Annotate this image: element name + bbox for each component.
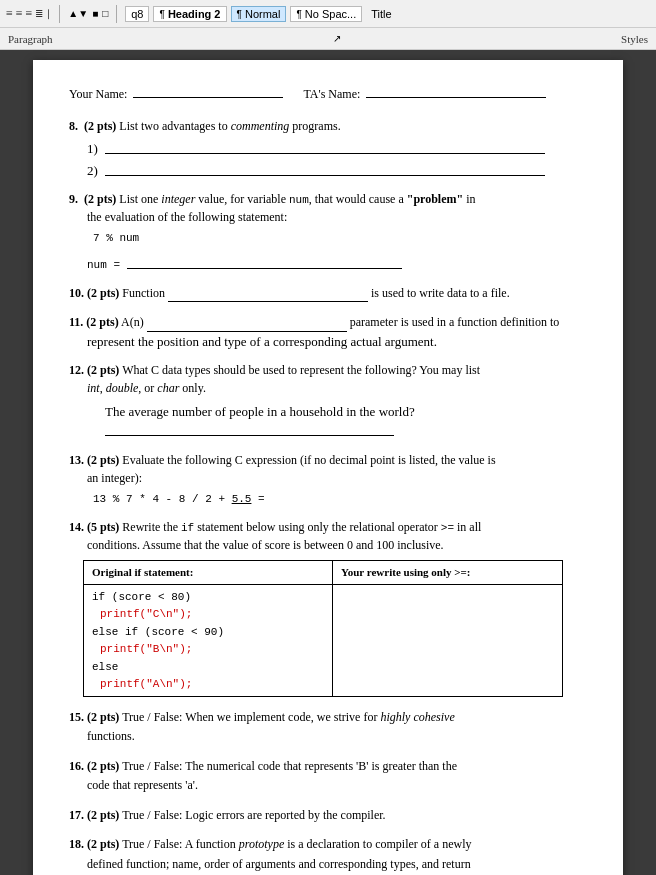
toolbar-divider bbox=[59, 5, 60, 23]
q8-item1-label: 1) bbox=[87, 140, 98, 155]
q13-text: 13. (2 pts) Evaluate the following C exp… bbox=[69, 451, 587, 487]
question-16: 16. (2 pts) True / False: The numerical … bbox=[69, 756, 587, 795]
sort-icon[interactable]: ▲▼ bbox=[68, 8, 88, 19]
border-icon[interactable]: □ bbox=[102, 8, 108, 19]
q14-rewrite-area bbox=[333, 584, 563, 696]
toolbar-icons: ≡ ≡ ≡ ≣ ∣ bbox=[6, 6, 51, 21]
nospace-style-btn[interactable]: ¶ No Spac... bbox=[290, 6, 362, 22]
q10-text: 10. (2 pts) Function is used to write da… bbox=[69, 286, 510, 300]
indent-icon[interactable]: ∣ bbox=[46, 8, 51, 19]
q14-col-rewrite: Your rewrite using only >=: bbox=[333, 561, 563, 585]
q14-col-original: Original if statement: bbox=[84, 561, 333, 585]
q8-answer2 bbox=[105, 162, 545, 176]
heading1-style-btn[interactable]: q8 bbox=[125, 6, 149, 22]
q14-original-code: if (score < 80) printf("C\n"); else if (… bbox=[84, 584, 333, 696]
title-style-btn[interactable]: Title bbox=[366, 7, 396, 21]
q8-item2-label: 2) bbox=[87, 162, 98, 177]
question-18: 18. (2 pts) True / False: A function pro… bbox=[69, 834, 587, 875]
your-name-label: Your Name: bbox=[69, 87, 127, 102]
q8-text: 8. (2 pts) List two advantages to commen… bbox=[69, 119, 341, 133]
q16-text: 16. (2 pts) True / False: The numerical … bbox=[69, 759, 457, 793]
para-bar: Paragraph ↗ Styles bbox=[0, 28, 656, 50]
heading2-style-btn[interactable]: ¶ Heading 2 bbox=[153, 6, 226, 22]
shade-icon[interactable]: ■ bbox=[92, 8, 98, 19]
question-10: 10. (2 pts) Function is used to write da… bbox=[69, 283, 587, 303]
question-15: 15. (2 pts) True / False: When we implem… bbox=[69, 707, 587, 746]
q8-item1: 1) bbox=[87, 136, 587, 158]
ta-name-label: TA's Name: bbox=[303, 87, 360, 102]
q11-answer-line bbox=[147, 318, 347, 332]
question-13: 13. (2 pts) Evaluate the following C exp… bbox=[69, 451, 587, 508]
document-wrapper: Your Name: TA's Name: 8. (2 pts) List tw… bbox=[0, 50, 656, 875]
q15-text: 15. (2 pts) True / False: When we implem… bbox=[69, 710, 455, 744]
q14-table: Original if statement: Your rewrite usin… bbox=[83, 560, 563, 697]
normal-style-btn[interactable]: ¶ Normal bbox=[231, 6, 287, 22]
toolbar: ≡ ≡ ≡ ≣ ∣ ▲▼ ■ □ q8 ¶ Heading 2 ¶ Normal… bbox=[0, 0, 656, 28]
paragraph-label: Paragraph bbox=[8, 33, 53, 45]
q9-num-label: num = bbox=[87, 258, 127, 270]
question-14: 14. (5 pts) Rewrite the if statement bel… bbox=[69, 518, 587, 697]
q12-text: 12. (2 pts) What C data types should be … bbox=[69, 361, 587, 397]
q18-text: 18. (2 pts) True / False: A function pro… bbox=[69, 837, 472, 875]
q17-text: 17. (2 pts) True / False: Logic errors a… bbox=[69, 808, 386, 822]
q8-answer1 bbox=[105, 140, 545, 154]
question-12: 12. (2 pts) What C data types should be … bbox=[69, 361, 587, 441]
align-left-icon[interactable]: ≡ bbox=[6, 6, 13, 21]
q12-sub-text: The average number of people in a househ… bbox=[105, 404, 415, 439]
your-name-field: Your Name: bbox=[69, 84, 283, 102]
page: Your Name: TA's Name: 8. (2 pts) List tw… bbox=[33, 60, 623, 875]
your-name-underline bbox=[133, 84, 283, 98]
name-row: Your Name: TA's Name: bbox=[69, 84, 587, 102]
q9-answer-area: num = bbox=[87, 251, 587, 273]
styles-label: Styles bbox=[621, 33, 648, 45]
expand-icon[interactable]: ↗ bbox=[333, 33, 341, 44]
ta-name-field: TA's Name: bbox=[303, 84, 546, 102]
question-8: 8. (2 pts) List two advantages to commen… bbox=[69, 116, 587, 180]
q14-text: 14. (5 pts) Rewrite the if statement bel… bbox=[69, 518, 587, 555]
ta-name-underline bbox=[366, 84, 546, 98]
question-17: 17. (2 pts) True / False: Logic errors a… bbox=[69, 805, 587, 825]
q13-code: 13 % 7 * 4 - 8 / 2 + 5.5 = bbox=[93, 491, 587, 508]
question-9: 9. (2 pts) List one integer value, for v… bbox=[69, 190, 587, 273]
align-center-icon[interactable]: ≡ bbox=[16, 6, 23, 21]
q10-answer-line bbox=[168, 288, 368, 302]
q9-text: 9. (2 pts) List one integer value, for v… bbox=[69, 190, 587, 227]
toolbar-divider2 bbox=[116, 5, 117, 23]
q12-answer-line bbox=[105, 422, 394, 436]
q9-answer-line bbox=[127, 255, 402, 269]
question-11: 11. (2 pts) A(n) parameter is used in a … bbox=[69, 312, 587, 351]
q8-item2: 2) bbox=[87, 158, 587, 180]
q11-text2: represent the position and type of a cor… bbox=[87, 332, 587, 352]
list-icon[interactable]: ≣ bbox=[35, 8, 43, 19]
q12-sub: The average number of people in a househ… bbox=[105, 402, 587, 441]
q11-text: 11. (2 pts) A(n) parameter is used in a … bbox=[69, 315, 559, 329]
align-right-icon[interactable]: ≡ bbox=[26, 6, 33, 21]
q9-code: 7 % num bbox=[93, 230, 587, 247]
